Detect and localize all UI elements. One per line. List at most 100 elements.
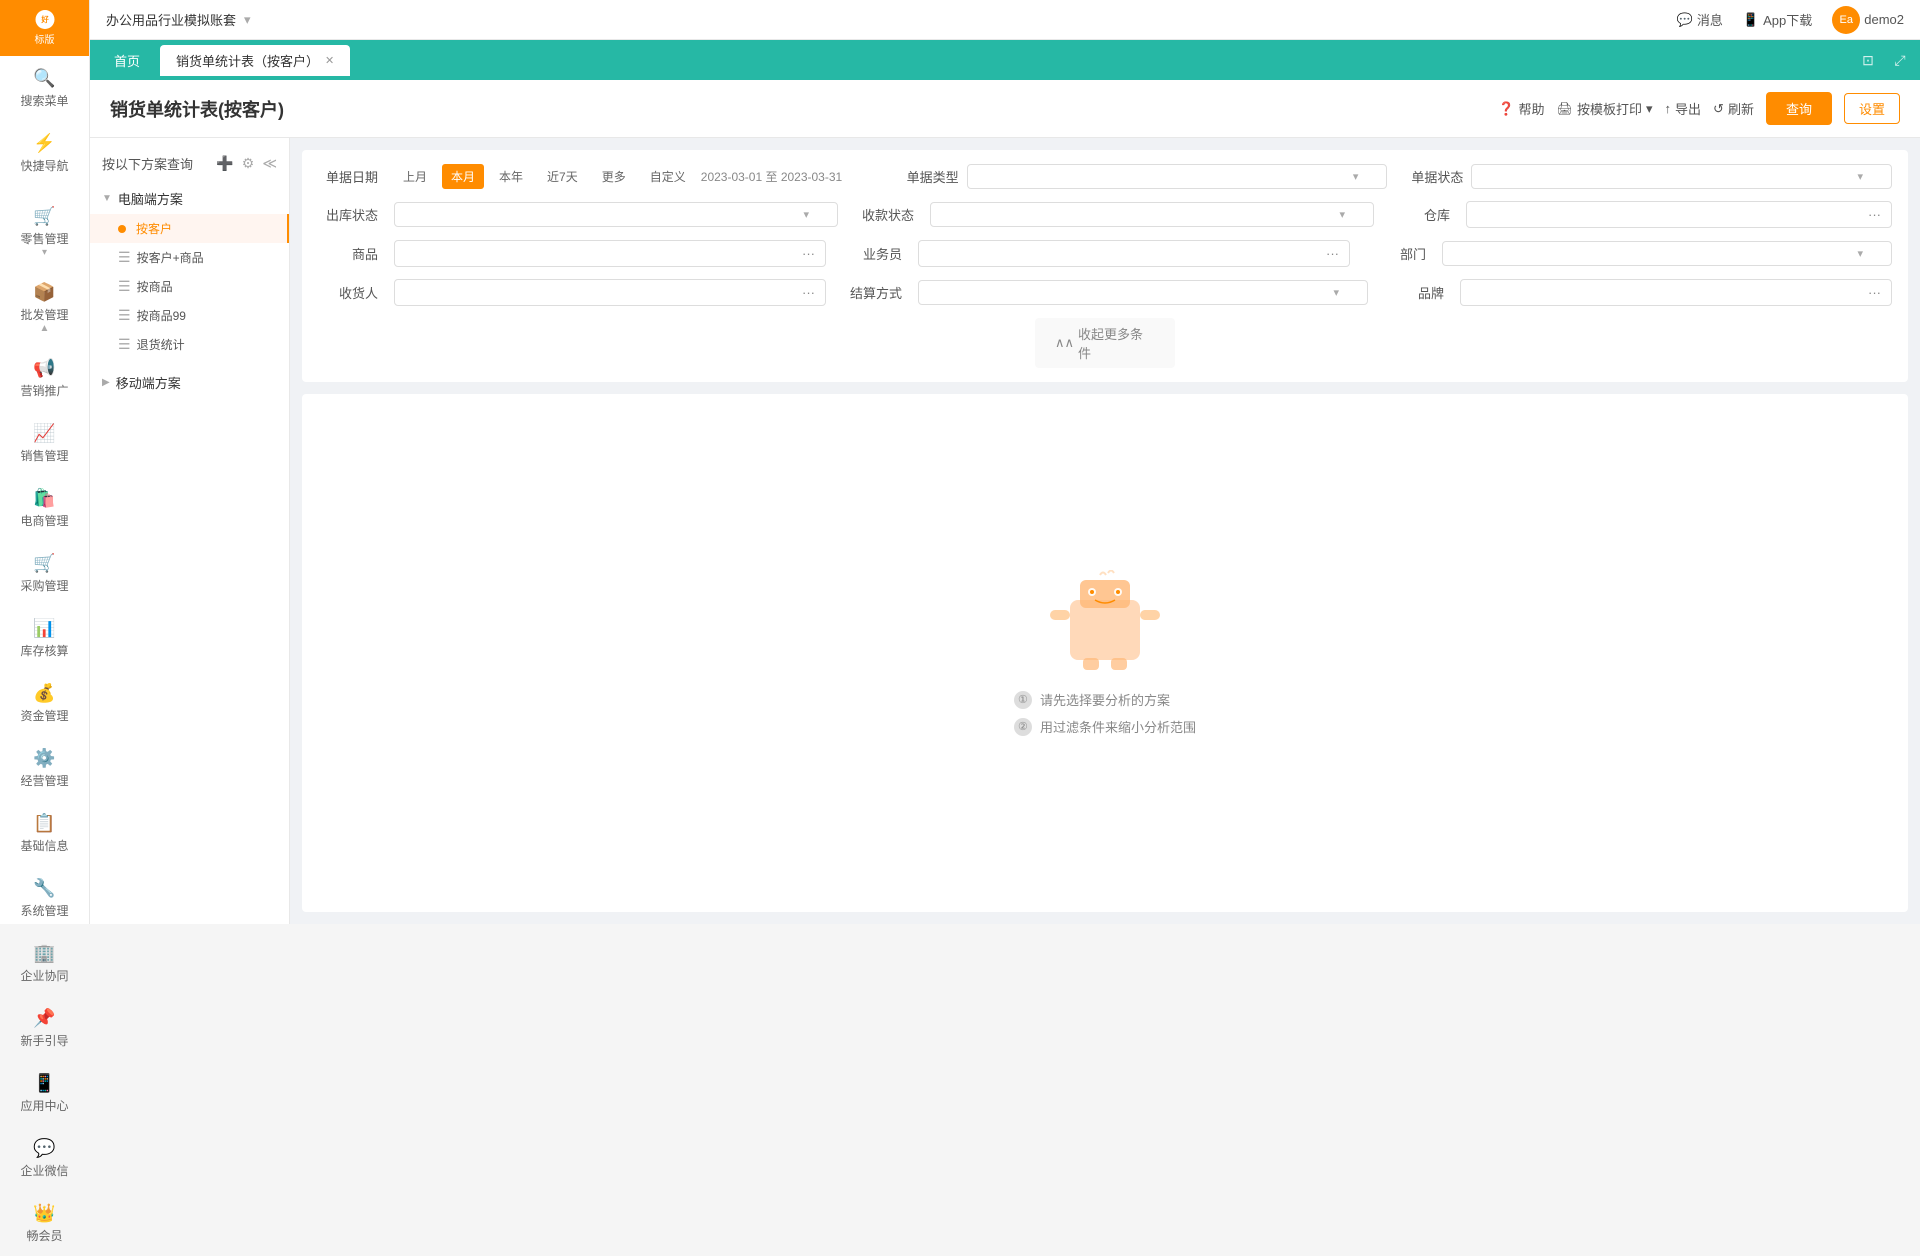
maximize-btn[interactable]: ⤢ bbox=[1888, 48, 1912, 72]
avatar: Ea bbox=[1832, 6, 1860, 34]
settlement-select[interactable]: ▾ bbox=[918, 280, 1368, 305]
topbar: 办公用品行业模拟账套 ▾ 💬 消息 📱 App下载 Ea demo2 bbox=[90, 0, 1920, 40]
salesperson-select[interactable]: ··· bbox=[918, 240, 1350, 267]
sidebar-item-enterprise[interactable]: 🏢 企业协同 bbox=[0, 931, 89, 996]
warehouse-select[interactable]: ··· bbox=[1466, 201, 1892, 228]
desktop-section-label: 电脑端方案 bbox=[118, 189, 183, 208]
collapse-panel-btn[interactable]: ≪ bbox=[262, 155, 277, 172]
sidebar-item-newbie[interactable]: 📌 新手引导 bbox=[0, 996, 89, 1061]
tab-home[interactable]: 首页 bbox=[98, 45, 156, 76]
tree-item-return-stats[interactable]: ☰ 退货统计 bbox=[90, 330, 289, 359]
department-label: 部门 bbox=[1366, 244, 1426, 263]
expand-arrow: ▼ bbox=[102, 193, 112, 204]
sidebar-item-wholesale[interactable]: 📦 批发管理 ▲ bbox=[0, 270, 89, 346]
search-icon: 🔍 bbox=[33, 68, 55, 89]
settlement-label: 结算方式 bbox=[842, 283, 902, 302]
export-icon: ↑ bbox=[1665, 101, 1672, 116]
by-customer-label: 按客户 bbox=[136, 220, 172, 237]
dropdown-icon[interactable]: ▾ bbox=[244, 12, 251, 28]
hint-item-2: ② 用过滤条件来缩小分析范围 bbox=[1014, 717, 1196, 736]
out-status-select[interactable]: ▾ bbox=[394, 202, 838, 227]
brand-select[interactable]: ··· bbox=[1460, 279, 1892, 306]
receiver-select[interactable]: ··· bbox=[394, 279, 826, 306]
salesperson-dots: ··· bbox=[1326, 246, 1339, 261]
date-this-year[interactable]: 本年 bbox=[490, 164, 532, 189]
wholesale-icon: 📦 bbox=[33, 282, 55, 303]
sidebar-item-finance[interactable]: 💰 资金管理 bbox=[0, 671, 89, 736]
tab-sales-report[interactable]: 销货单统计表（按客户） ✕ bbox=[160, 45, 350, 76]
date-last-month[interactable]: 上月 bbox=[394, 164, 436, 189]
sidebar-item-basic-info[interactable]: 📋 基础信息 bbox=[0, 801, 89, 866]
sidebar-item-app-center[interactable]: 📱 应用中心 bbox=[0, 1061, 89, 1126]
sidebar-item-purchase[interactable]: 🛒 采购管理 bbox=[0, 541, 89, 606]
date-custom[interactable]: 自定义 bbox=[641, 164, 695, 189]
tree-item-by-customer-product[interactable]: ☰ 按客户+商品 bbox=[90, 243, 289, 272]
order-type-arrow: ▾ bbox=[1353, 170, 1359, 183]
desktop-section-header[interactable]: ▼ 电脑端方案 bbox=[90, 183, 289, 214]
sidebar-item-quick-nav[interactable]: ⚡ 快捷导航 bbox=[0, 121, 89, 186]
sidebar-item-ecommerce[interactable]: 🛍️ 电商管理 bbox=[0, 476, 89, 541]
date-range-display: 2023-03-01 至 2023-03-31 bbox=[701, 168, 842, 185]
date-7days[interactable]: 近7天 bbox=[538, 164, 587, 189]
export-btn[interactable]: ↑ 导出 bbox=[1665, 99, 1702, 118]
app-center-icon: 📱 bbox=[33, 1073, 55, 1094]
help-btn[interactable]: ❓ 帮助 bbox=[1498, 99, 1544, 118]
minimize-btn[interactable]: ⊡ bbox=[1856, 48, 1880, 72]
user-area[interactable]: Ea demo2 bbox=[1832, 6, 1904, 34]
svg-text:好: 好 bbox=[40, 15, 49, 24]
collapse-btn[interactable]: ∧∧ 收起更多条件 bbox=[1035, 318, 1175, 368]
sidebar-item-operations[interactable]: ⚙️ 经营管理 bbox=[0, 736, 89, 801]
item-icon-3: ☰ bbox=[118, 307, 131, 324]
logo-icon: 好 bbox=[27, 10, 63, 29]
filter-row-2: 出库状态 ▾ 收款状态 ▾ 仓库 ··· bbox=[318, 201, 1892, 228]
date-more[interactable]: 更多 bbox=[593, 164, 635, 189]
sidebar-item-marketing[interactable]: 📢 营销推广 bbox=[0, 346, 89, 411]
topbar-left: 办公用品行业模拟账套 ▾ bbox=[106, 10, 251, 29]
tree-item-by-product-99[interactable]: ☰ 按商品99 bbox=[90, 301, 289, 330]
logo[interactable]: 好 标版 bbox=[0, 0, 89, 56]
template-print-btn[interactable]: 🖨 按模板打印 ▾ bbox=[1556, 99, 1652, 118]
ecommerce-icon: 🛍️ bbox=[33, 488, 55, 509]
product-select[interactable]: ··· bbox=[394, 240, 826, 267]
tree-item-by-customer[interactable]: 按客户 bbox=[90, 214, 289, 243]
sidebar-item-inventory[interactable]: 📊 库存核算 bbox=[0, 606, 89, 671]
sidebar-item-member[interactable]: 👑 畅会员 bbox=[0, 1191, 89, 1256]
account-name[interactable]: 办公用品行业模拟账套 bbox=[106, 10, 236, 29]
edit-scheme-btn[interactable]: ⚙ bbox=[242, 155, 255, 172]
tree-item-by-product[interactable]: ☰ 按商品 bbox=[90, 272, 289, 301]
inventory-icon: 📊 bbox=[33, 618, 55, 639]
hint-text-1: 请先选择要分析的方案 bbox=[1040, 690, 1170, 709]
collapse-up-icon: ∧∧ bbox=[1055, 335, 1074, 351]
query-button[interactable]: 查询 bbox=[1766, 92, 1832, 125]
sidebar-item-search-menu[interactable]: 🔍 搜索菜单 bbox=[0, 56, 89, 121]
add-scheme-btn[interactable]: ➕ bbox=[216, 155, 233, 172]
settlement-arrow: ▾ bbox=[1333, 286, 1339, 299]
panel-icons: ➕ ⚙ ≪ bbox=[216, 155, 277, 172]
receiver-label: 收货人 bbox=[318, 283, 378, 302]
receipt-status-select[interactable]: ▾ bbox=[930, 202, 1374, 227]
department-select[interactable]: ▾ bbox=[1442, 241, 1892, 266]
warehouse-label: 仓库 bbox=[1390, 205, 1450, 224]
date-this-month[interactable]: 本月 bbox=[442, 164, 484, 189]
collapse-label: 收起更多条件 bbox=[1078, 324, 1155, 362]
order-type-select[interactable]: ▾ bbox=[967, 164, 1388, 189]
by-product-99-label: 按商品99 bbox=[137, 307, 186, 324]
sidebar-item-retail[interactable]: 🛒 零售管理 ▾ bbox=[0, 194, 89, 270]
tab-close-btn[interactable]: ✕ bbox=[325, 54, 334, 67]
home-tab-label: 首页 bbox=[114, 51, 140, 70]
salesperson-label: 业务员 bbox=[842, 244, 902, 263]
return-stats-label: 退货统计 bbox=[137, 336, 185, 353]
active-indicator bbox=[118, 225, 126, 233]
mobile-section-header[interactable]: ▶ 移动端方案 bbox=[90, 367, 289, 398]
message-btn[interactable]: 💬 消息 bbox=[1677, 10, 1723, 29]
sidebar-item-sales[interactable]: 📈 销售管理 bbox=[0, 411, 89, 476]
order-status-select[interactable]: ▾ bbox=[1471, 164, 1892, 189]
receipt-status-label: 收款状态 bbox=[854, 205, 914, 224]
app-download-btn[interactable]: 📱 App下载 bbox=[1743, 10, 1812, 29]
settings-button[interactable]: 设置 bbox=[1844, 93, 1900, 124]
sidebar-item-wechat[interactable]: 💬 企业微信 bbox=[0, 1126, 89, 1191]
left-panel-header: 按以下方案查询 ➕ ⚙ ≪ bbox=[90, 148, 289, 179]
sidebar-item-system[interactable]: 🔧 系统管理 bbox=[0, 866, 89, 931]
refresh-btn[interactable]: ↺ 刷新 bbox=[1713, 99, 1754, 118]
sales-report-tab-label: 销货单统计表（按客户） bbox=[176, 51, 319, 70]
